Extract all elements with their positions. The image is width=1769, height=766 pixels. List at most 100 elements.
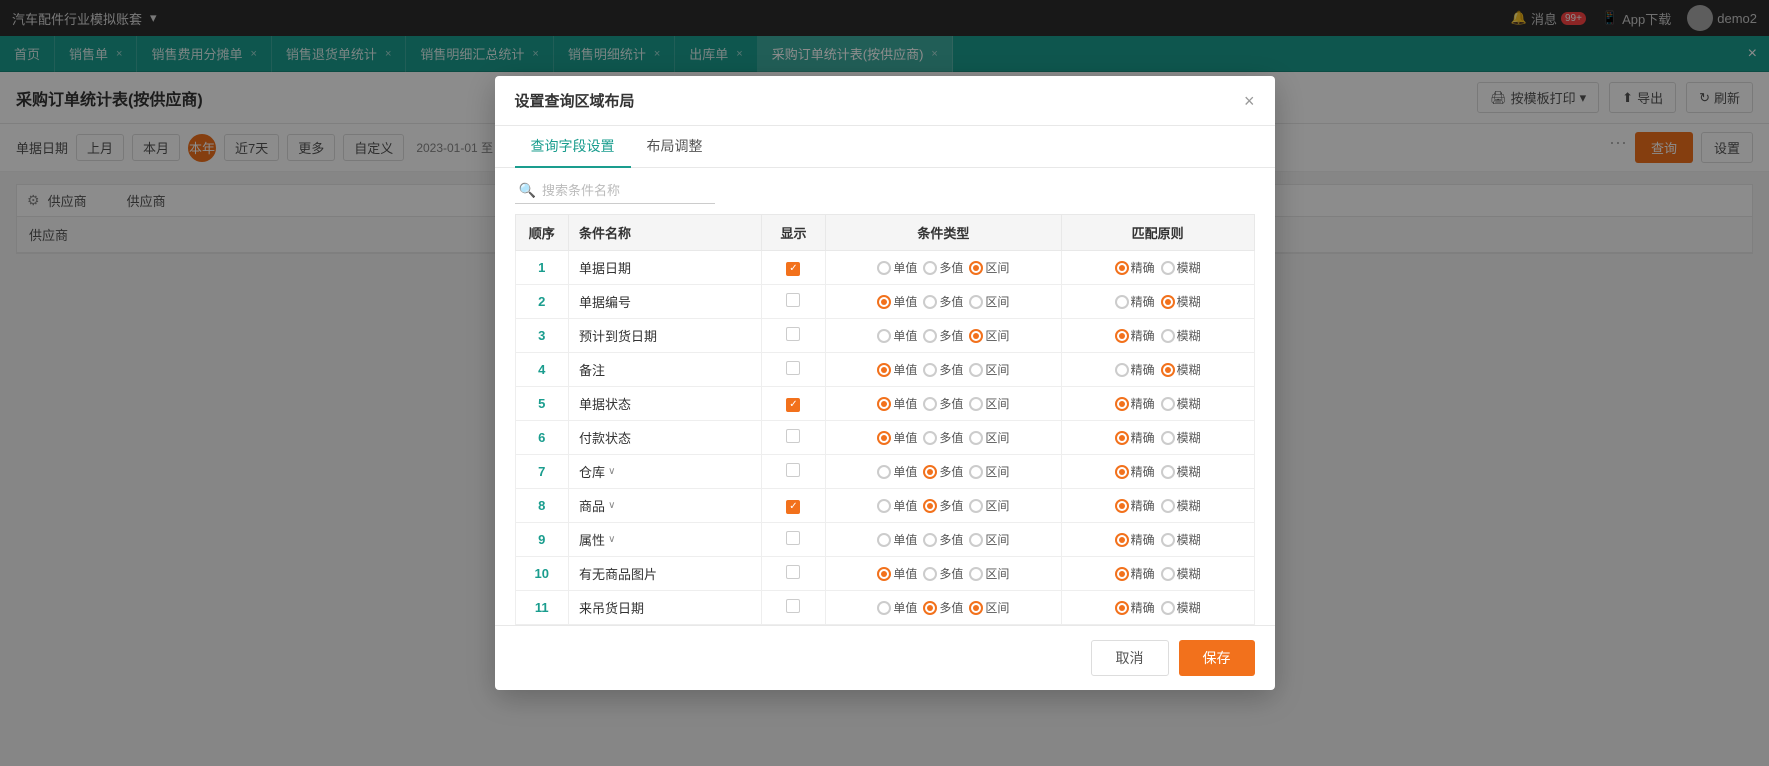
match-radio-exact[interactable]: 精确 [1115,497,1155,514]
row-match-rule: 精确模糊 [1061,557,1254,591]
type-radio-multi[interactable]: 多值 [923,327,963,344]
match-radio-exact[interactable]: 精确 [1115,599,1155,616]
row-display-toggle[interactable] [761,353,825,387]
modal-overlay[interactable]: 设置查询区域布局 × 查询字段设置 布局调整 🔍 顺序 条件名称 [0,0,1769,766]
match-radio-exact[interactable]: 精确 [1115,259,1155,276]
row-display-toggle[interactable] [761,421,825,455]
display-checkbox[interactable] [786,361,800,375]
type-radio-range[interactable]: 区间 [969,599,1009,616]
display-checkbox[interactable] [786,463,800,477]
type-radio-single[interactable]: 单值 [877,327,917,344]
table-row: 6付款状态单值多值区间精确模糊 [515,421,1254,455]
display-checkbox[interactable] [786,398,800,412]
match-radio-exact[interactable]: 精确 [1115,395,1155,412]
type-radio-multi[interactable]: 多值 [923,599,963,616]
match-radio-fuzzy[interactable]: 模糊 [1161,327,1201,344]
row-order: 6 [515,421,569,455]
row-condition-name: 预计到货日期 [569,319,762,353]
type-radio-single[interactable]: 单值 [877,259,917,276]
row-match-rule: 精确模糊 [1061,251,1254,285]
type-radio-multi[interactable]: 多值 [923,565,963,582]
type-radio-range[interactable]: 区间 [969,327,1009,344]
match-radio-exact[interactable]: 精确 [1115,361,1155,378]
match-radio-fuzzy[interactable]: 模糊 [1161,259,1201,276]
match-radio-exact[interactable]: 精确 [1115,463,1155,480]
modal-tab-query-fields[interactable]: 查询字段设置 [515,126,631,168]
row-display-toggle[interactable] [761,591,825,625]
type-radio-multi[interactable]: 多值 [923,259,963,276]
type-radio-range[interactable]: 区间 [969,565,1009,582]
match-radio-fuzzy[interactable]: 模糊 [1161,599,1201,616]
type-radio-range[interactable]: 区间 [969,497,1009,514]
display-checkbox[interactable] [786,565,800,579]
display-checkbox[interactable] [786,262,800,276]
type-radio-multi[interactable]: 多值 [923,497,963,514]
type-radio-single[interactable]: 单值 [877,599,917,616]
type-radio-single[interactable]: 单值 [877,497,917,514]
type-radio-multi[interactable]: 多值 [923,531,963,548]
row-display-toggle[interactable] [761,523,825,557]
type-radio-range[interactable]: 区间 [969,361,1009,378]
display-checkbox[interactable] [786,599,800,613]
type-radio-single[interactable]: 单值 [877,361,917,378]
type-radio-multi[interactable]: 多值 [923,429,963,446]
display-checkbox[interactable] [786,293,800,307]
row-order: 2 [515,285,569,319]
match-radio-fuzzy[interactable]: 模糊 [1161,361,1201,378]
match-radio-fuzzy[interactable]: 模糊 [1161,293,1201,310]
type-radio-single[interactable]: 单值 [877,395,917,412]
save-button[interactable]: 保存 [1179,640,1255,676]
type-radio-single[interactable]: 单值 [877,531,917,548]
type-radio-multi[interactable]: 多值 [923,463,963,480]
type-radio-range[interactable]: 区间 [969,531,1009,548]
expand-arrow-icon[interactable]: ∨ [608,534,615,545]
match-radio-exact[interactable]: 精确 [1115,293,1155,310]
modal-tab-layout[interactable]: 布局调整 [631,126,719,168]
row-display-toggle[interactable] [761,489,825,523]
expand-arrow-icon[interactable]: ∨ [608,500,615,511]
row-display-toggle[interactable] [761,387,825,421]
type-radio-range[interactable]: 区间 [969,463,1009,480]
type-radio-range[interactable]: 区间 [969,293,1009,310]
match-radio-exact[interactable]: 精确 [1115,565,1155,582]
match-radio-fuzzy[interactable]: 模糊 [1161,395,1201,412]
type-radio-range[interactable]: 区间 [969,429,1009,446]
match-radio-fuzzy[interactable]: 模糊 [1161,429,1201,446]
row-condition-name: 来吊货日期 [569,591,762,625]
type-radio-single[interactable]: 单值 [877,293,917,310]
type-radio-single[interactable]: 单值 [877,429,917,446]
row-match-rule: 精确模糊 [1061,353,1254,387]
row-display-toggle[interactable] [761,557,825,591]
modal-close-button[interactable]: × [1244,92,1255,110]
expand-arrow-icon[interactable]: ∨ [608,466,615,477]
match-radio-fuzzy[interactable]: 模糊 [1161,565,1201,582]
type-radio-single[interactable]: 单值 [877,463,917,480]
display-checkbox[interactable] [786,500,800,514]
match-radio-exact[interactable]: 精确 [1115,327,1155,344]
row-display-toggle[interactable] [761,455,825,489]
row-order: 7 [515,455,569,489]
type-radio-range[interactable]: 区间 [969,395,1009,412]
display-checkbox[interactable] [786,531,800,545]
match-radio-fuzzy[interactable]: 模糊 [1161,531,1201,548]
modal-body: 顺序 条件名称 显示 条件类型 匹配原则 1单据日期单值多值区间精确模糊2单据编… [495,214,1275,625]
match-radio-exact[interactable]: 精确 [1115,429,1155,446]
type-radio-single[interactable]: 单值 [877,565,917,582]
type-radio-multi[interactable]: 多值 [923,395,963,412]
type-radio-multi[interactable]: 多值 [923,361,963,378]
display-checkbox[interactable] [786,327,800,341]
type-radio-multi[interactable]: 多值 [923,293,963,310]
row-display-toggle[interactable] [761,319,825,353]
row-order: 4 [515,353,569,387]
match-radio-fuzzy[interactable]: 模糊 [1161,463,1201,480]
display-checkbox[interactable] [786,429,800,443]
match-radio-exact[interactable]: 精确 [1115,531,1155,548]
row-display-toggle[interactable] [761,251,825,285]
row-display-toggle[interactable] [761,285,825,319]
modal-footer: 取消 保存 [495,625,1275,690]
cancel-button[interactable]: 取消 [1091,640,1169,676]
type-radio-range[interactable]: 区间 [969,259,1009,276]
match-radio-fuzzy[interactable]: 模糊 [1161,497,1201,514]
search-input[interactable] [542,183,702,198]
col-type: 条件类型 [826,215,1062,251]
